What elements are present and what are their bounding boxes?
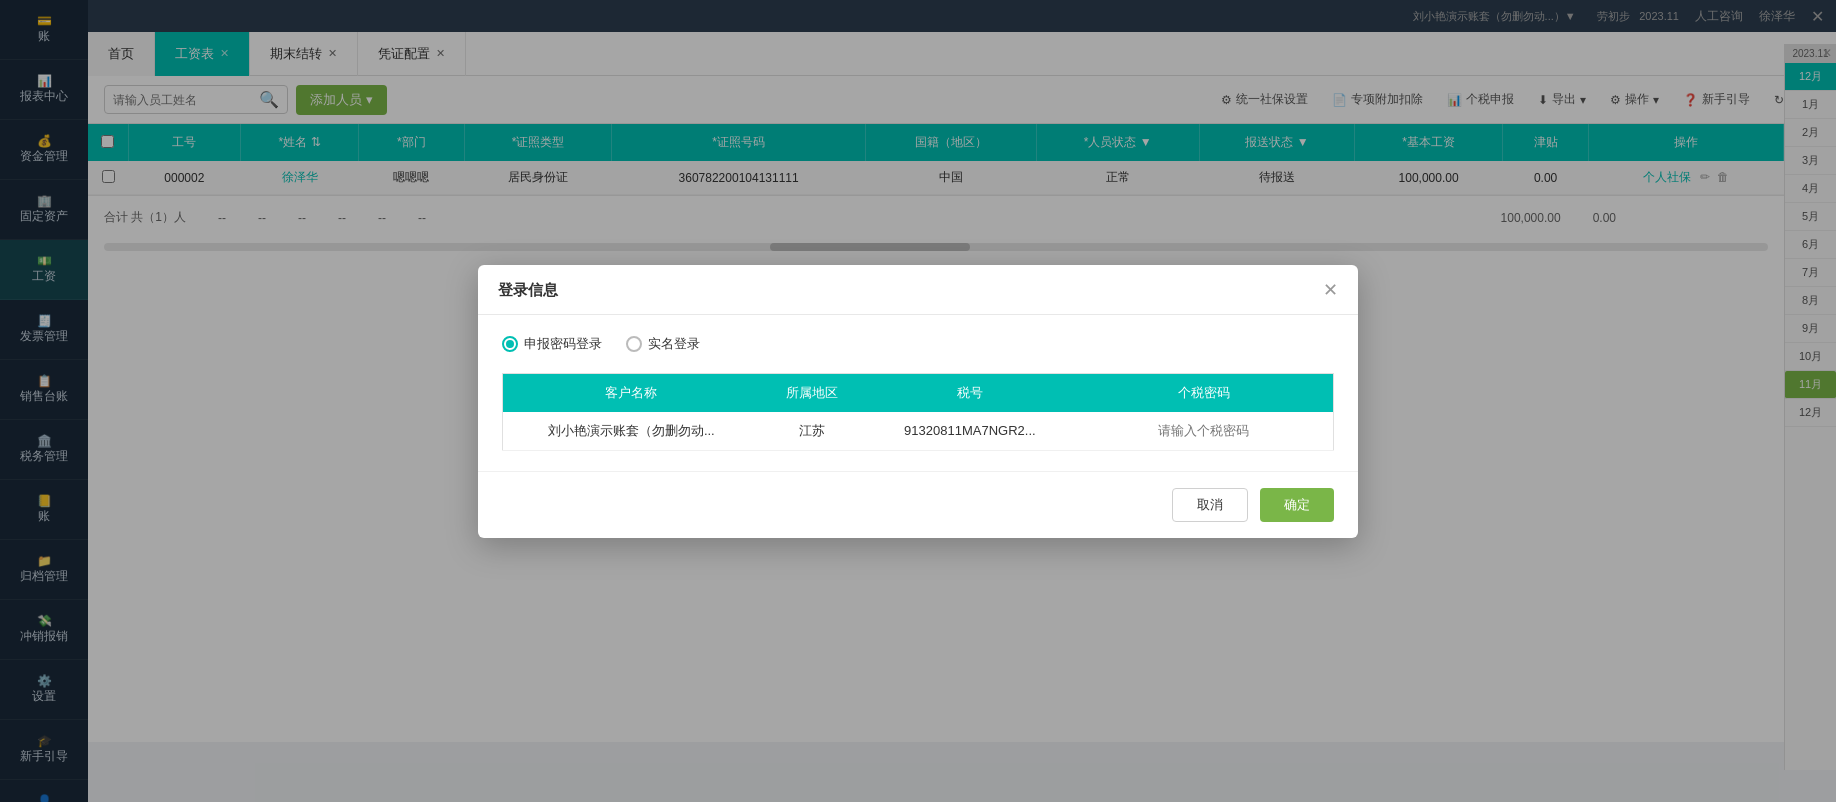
inner-header-tax: 税号: [865, 373, 1075, 412]
inner-header-password: 个税密码: [1075, 373, 1334, 412]
dialog-header: 登录信息 ✕: [478, 265, 1358, 315]
dialog-title: 登录信息: [498, 281, 558, 300]
inner-header-name: 客户名称: [503, 373, 760, 412]
login-table-row: 刘小艳演示账套（勿删勿动... 江苏 91320811MA7NGR2...: [503, 412, 1334, 451]
dialog-footer: 取消 确定: [478, 471, 1358, 538]
inner-header-region: 所属地区: [760, 373, 865, 412]
login-dialog: 登录信息 ✕ 申报密码登录 实名登录 客户名称 所属地区: [478, 265, 1358, 538]
radio-password-login[interactable]: 申报密码登录: [502, 335, 602, 353]
radio-realname-label: 实名登录: [648, 335, 700, 353]
radio-realname-dot: [626, 336, 642, 352]
tax-password-input[interactable]: [1089, 423, 1319, 438]
dialog-body: 申报密码登录 实名登录 客户名称 所属地区 税号 个税密码: [478, 315, 1358, 471]
radio-realname-login[interactable]: 实名登录: [626, 335, 700, 353]
dialog-overlay: 登录信息 ✕ 申报密码登录 实名登录 客户名称 所属地区: [0, 0, 1836, 802]
cell-tax-number: 91320811MA7NGR2...: [865, 412, 1075, 451]
radio-password-label: 申报密码登录: [524, 335, 602, 353]
cell-client-name: 刘小艳演示账套（勿删勿动...: [503, 412, 760, 451]
cancel-button[interactable]: 取消: [1172, 488, 1248, 522]
login-type-radio-group: 申报密码登录 实名登录: [502, 335, 1334, 353]
dialog-close-button[interactable]: ✕: [1323, 281, 1338, 299]
radio-password-dot: [502, 336, 518, 352]
login-info-table: 客户名称 所属地区 税号 个税密码 刘小艳演示账套（勿删勿动... 江苏 913…: [502, 373, 1334, 451]
confirm-button[interactable]: 确定: [1260, 488, 1334, 522]
cell-tax-password[interactable]: [1075, 412, 1334, 451]
cell-region: 江苏: [760, 412, 865, 451]
